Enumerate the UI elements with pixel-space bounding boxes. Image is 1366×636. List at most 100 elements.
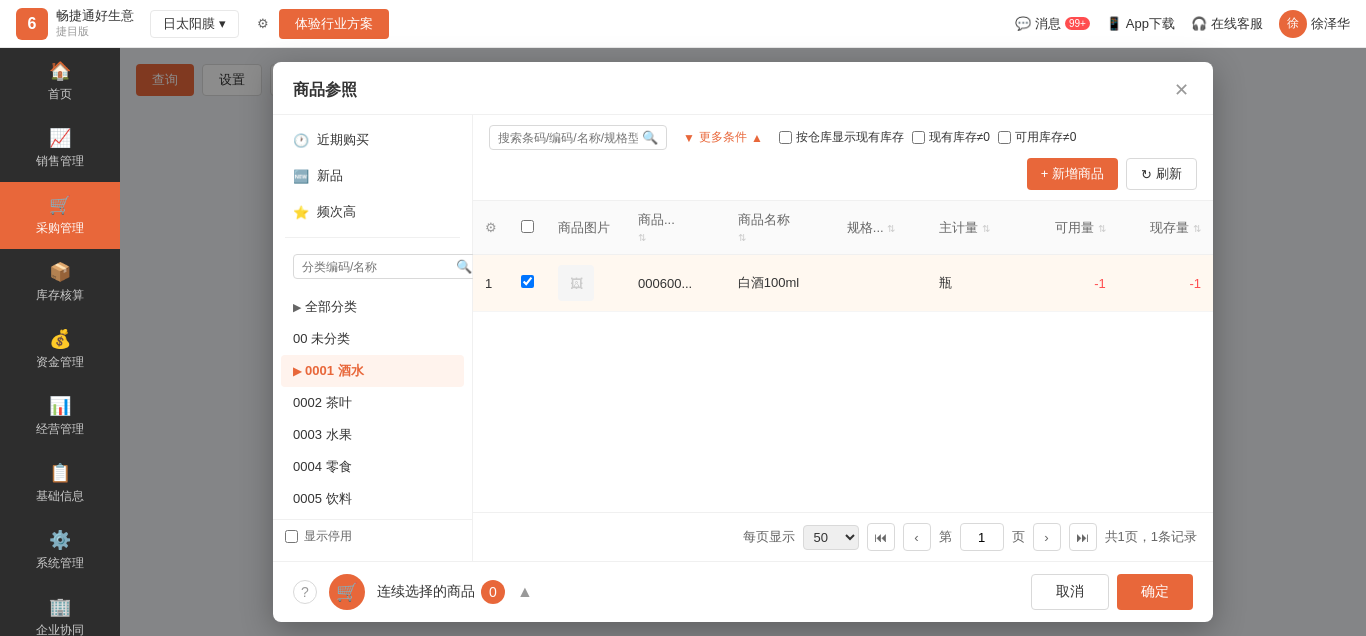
modal-close-button[interactable]: ✕: [1169, 78, 1193, 102]
sidebar-item-operations[interactable]: 📊 经营管理: [0, 383, 120, 450]
cat-item-0004[interactable]: 0004 零食: [281, 451, 464, 483]
help-button[interactable]: ?: [293, 580, 317, 604]
sidebar-item-inventory[interactable]: 📦 库存核算: [0, 249, 120, 316]
tab-new-products[interactable]: 🆕 新品: [281, 159, 464, 193]
positive-stock-label[interactable]: 现有库存≠0: [912, 129, 990, 146]
collapse-footer-icon[interactable]: ▲: [517, 583, 533, 601]
td-code: 000600...: [626, 255, 726, 312]
th-image-label: 商品图片: [558, 220, 610, 235]
th-image: 商品图片: [546, 201, 626, 255]
app-download-button[interactable]: 📱 App下载: [1106, 15, 1175, 33]
finance-icon: 💰: [49, 328, 71, 350]
modal-overlay: 商品参照 ✕ 🕐 近期购买 🆕: [120, 48, 1366, 636]
search-icon[interactable]: 🔍: [642, 130, 658, 145]
th-settings: ⚙: [473, 201, 509, 255]
refresh-icon: ↻: [1141, 167, 1152, 182]
category-search-input[interactable]: [302, 260, 452, 274]
message-button[interactable]: 💬 消息 99+: [1015, 15, 1090, 33]
tab-recent-label: 近期购买: [317, 131, 369, 149]
show-disabled-area: 显示停用: [273, 519, 472, 553]
sidebar-label-finance: 资金管理: [36, 354, 84, 371]
settings-icon[interactable]: ⚙: [247, 8, 279, 40]
cat-item-0005[interactable]: 0005 饮料: [281, 483, 464, 515]
sidebar-item-purchase[interactable]: 🛒 采购管理: [0, 182, 120, 249]
refresh-button[interactable]: ↻ 刷新: [1126, 158, 1197, 190]
tab-recent-purchase[interactable]: 🕐 近期购买: [281, 123, 464, 157]
add-product-button[interactable]: + 新增商品: [1027, 158, 1118, 190]
table-body: 1 🖼: [473, 255, 1213, 312]
sidebar-item-sales[interactable]: 📈 销售管理: [0, 115, 120, 182]
sidebar-label-basic-info: 基础信息: [36, 488, 84, 505]
nav-right-area: 💬 消息 99+ 📱 App下载 🎧 在线客服 徐 徐泽华: [1015, 10, 1350, 38]
cat-item-00[interactable]: 00 未分类: [281, 323, 464, 355]
content-area: 查询 设置 刷新 商品参照 ✕ 🕐: [120, 48, 1366, 636]
sidebar-item-enterprise[interactable]: 🏢 企业协同: [0, 584, 120, 636]
table-row[interactable]: 1 🖼: [473, 255, 1213, 312]
available-stock-label[interactable]: 可用库存≠0: [998, 129, 1076, 146]
cancel-button[interactable]: 取消: [1031, 574, 1109, 610]
show-disabled-checkbox[interactable]: [285, 530, 298, 543]
category-tree: ▶ 全部分类 00 未分类 ▶ 0001 酒水 0002 茶: [273, 291, 472, 519]
product-search-input[interactable]: [498, 131, 638, 145]
last-page-button[interactable]: ⏭: [1069, 523, 1097, 551]
per-page-select[interactable]: 50 100 200: [803, 525, 859, 550]
row-checkbox[interactable]: [521, 275, 534, 288]
stock-by-warehouse-checkbox[interactable]: [779, 131, 792, 144]
more-filter-button[interactable]: ▼ 更多条件 ▲: [675, 125, 771, 150]
td-name: 白酒100ml: [726, 255, 835, 312]
cat-item-0001[interactable]: ▶ 0001 酒水: [281, 355, 464, 387]
category-search-icon[interactable]: 🔍: [456, 259, 472, 274]
product-search-box[interactable]: 🔍: [489, 125, 667, 150]
user-profile[interactable]: 徐 徐泽华: [1279, 10, 1350, 38]
cat-item-all[interactable]: ▶ 全部分类: [281, 291, 464, 323]
prev-page-button[interactable]: ‹: [903, 523, 931, 551]
available-stock-checkbox[interactable]: [998, 131, 1011, 144]
td-image: 🖼: [546, 255, 626, 312]
positive-stock-checkbox[interactable]: [912, 131, 925, 144]
recent-icon: 🕐: [293, 133, 309, 148]
cart-button[interactable]: 🛒: [329, 574, 365, 610]
sidebar-label-system: 系统管理: [36, 555, 84, 572]
th-code[interactable]: 商品...: [626, 201, 726, 255]
app-download-label: App下载: [1126, 15, 1175, 33]
image-placeholder-icon: 🖼: [570, 276, 583, 291]
online-service-button[interactable]: 🎧 在线客服: [1191, 15, 1263, 33]
th-available[interactable]: 可用量: [1023, 201, 1118, 255]
th-unit[interactable]: 主计量: [927, 201, 1022, 255]
toolbar: 🔍 ▼ 更多条件 ▲ 按仓库显示现有库存: [473, 115, 1213, 201]
company-selector[interactable]: 日太阳膜 ▾: [150, 10, 239, 38]
sidebar-item-home[interactable]: 🏠 首页: [0, 48, 120, 115]
modal-footer: ? 🛒 连续选择的商品 0 ▲ 取消 确定: [273, 561, 1213, 622]
th-spec[interactable]: 规格...: [835, 201, 927, 255]
logo-area: 6 畅捷通好生意 捷目版: [16, 8, 134, 40]
sidebar-item-basic-info[interactable]: 📋 基础信息: [0, 450, 120, 517]
confirm-button[interactable]: 确定: [1117, 574, 1193, 610]
cat-item-0003[interactable]: 0003 水果: [281, 419, 464, 451]
th-stock[interactable]: 现存量: [1118, 201, 1213, 255]
tab-frequent[interactable]: ⭐ 频次高: [281, 195, 464, 229]
app-sub: 捷目版: [56, 24, 134, 39]
select-all-checkbox[interactable]: [521, 220, 534, 233]
table-settings-icon[interactable]: ⚙: [485, 220, 497, 235]
td-stock: -1: [1118, 255, 1213, 312]
table-header: ⚙ 商品图片: [473, 201, 1213, 255]
th-name[interactable]: 商品名称: [726, 201, 835, 255]
sidebar-label-inventory: 库存核算: [36, 287, 84, 304]
next-page-button[interactable]: ›: [1033, 523, 1061, 551]
cat-item-0002[interactable]: 0002 茶叶: [281, 387, 464, 419]
page-number-input[interactable]: [960, 523, 1004, 551]
cat-label-00: 00 未分类: [293, 330, 350, 348]
sidebar-item-finance[interactable]: 💰 资金管理: [0, 316, 120, 383]
try-industry-button[interactable]: 体验行业方案: [279, 9, 389, 39]
left-tabs: 🕐 近期购买 🆕 新品 ⭐ 频次高: [273, 123, 472, 229]
basic-info-icon: 📋: [49, 462, 71, 484]
category-search[interactable]: 🔍: [293, 254, 481, 279]
toolbar-right: + 新增商品 ↻ 刷新: [1027, 158, 1197, 190]
product-table-container: ⚙ 商品图片: [473, 201, 1213, 512]
sidebar-item-system[interactable]: ⚙️ 系统管理: [0, 517, 120, 584]
logo-icon: 6: [16, 8, 48, 40]
stock-by-warehouse-label[interactable]: 按仓库显示现有库存: [779, 129, 904, 146]
product-table: ⚙ 商品图片: [473, 201, 1213, 312]
first-page-button[interactable]: ⏮: [867, 523, 895, 551]
sidebar: 🏠 首页 📈 销售管理 🛒 采购管理 📦 库存核算 💰 资金管理 📊 经营管理 …: [0, 48, 120, 636]
